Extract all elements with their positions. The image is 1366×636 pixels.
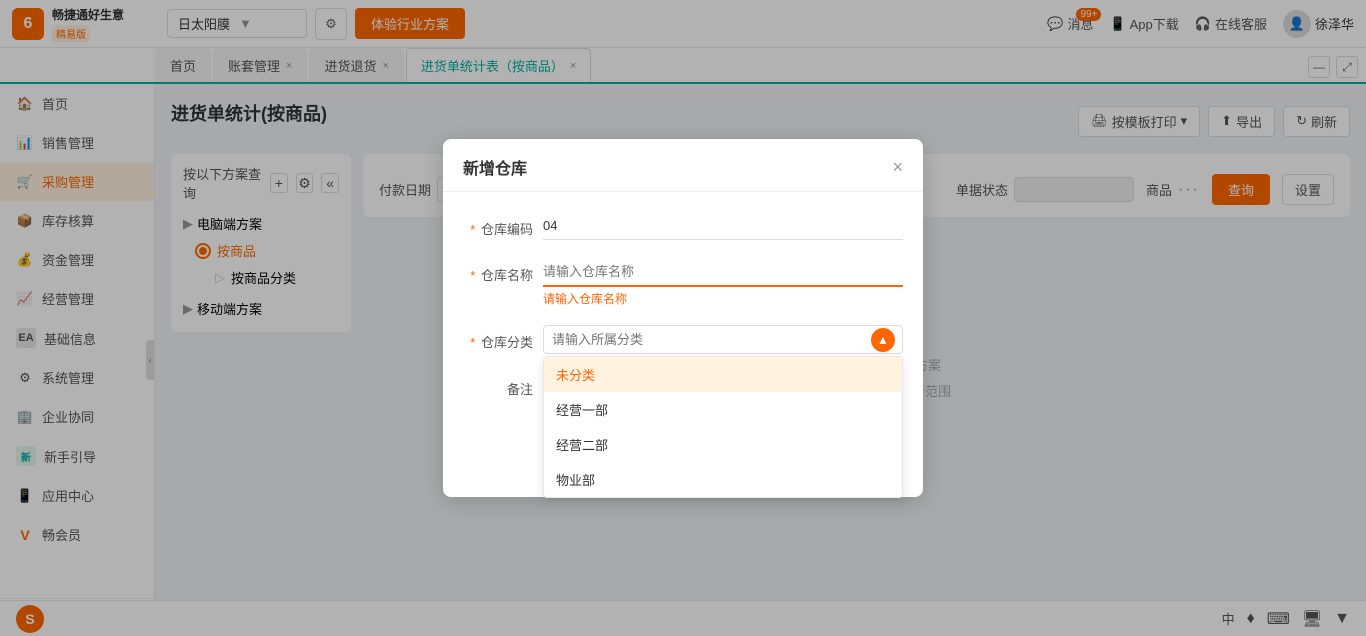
dialog-body: * 仓库编码 * 仓库名称 请输入仓库名称 * 仓库分类 [443, 192, 923, 407]
category-dropdown: 未分类 经营一部 经营二部 物业部 [543, 356, 903, 498]
code-field [543, 212, 903, 240]
new-warehouse-dialog: 新增仓库 × * 仓库编码 * 仓库名称 请输入仓库名称 [443, 139, 923, 497]
name-error-msg: 请输入仓库名称 [543, 290, 903, 307]
category-input-wrap: ▲ 未分类 经营一部 经营二部 物业部 [543, 325, 903, 354]
name-input[interactable] [543, 258, 903, 287]
name-label: * 仓库名称 [463, 258, 543, 284]
form-category-row: * 仓库分类 ▲ 未分类 经营一部 经营二部 物业部 [463, 325, 903, 354]
dialog-header: 新增仓库 × [443, 139, 923, 192]
dropdown-item-unclassified[interactable]: 未分类 [544, 357, 902, 392]
category-arrow-button[interactable]: ▲ [871, 328, 895, 352]
dialog-close-button[interactable]: × [892, 157, 903, 178]
category-label: * 仓库分类 [463, 325, 543, 351]
notes-label: 备注 [463, 372, 543, 398]
dialog-title: 新增仓库 [463, 155, 527, 179]
category-input[interactable] [543, 325, 903, 354]
form-name-row: * 仓库名称 请输入仓库名称 [463, 258, 903, 307]
name-field: 请输入仓库名称 [543, 258, 903, 307]
dropdown-item-dept2[interactable]: 经营二部 [544, 427, 902, 462]
form-code-row: * 仓库编码 [463, 212, 903, 240]
code-label: * 仓库编码 [463, 212, 543, 238]
dropdown-item-dept1[interactable]: 经营一部 [544, 392, 902, 427]
dropdown-item-dept3[interactable]: 物业部 [544, 462, 902, 497]
code-input[interactable] [543, 212, 903, 240]
category-field: ▲ 未分类 经营一部 经营二部 物业部 [543, 325, 903, 354]
